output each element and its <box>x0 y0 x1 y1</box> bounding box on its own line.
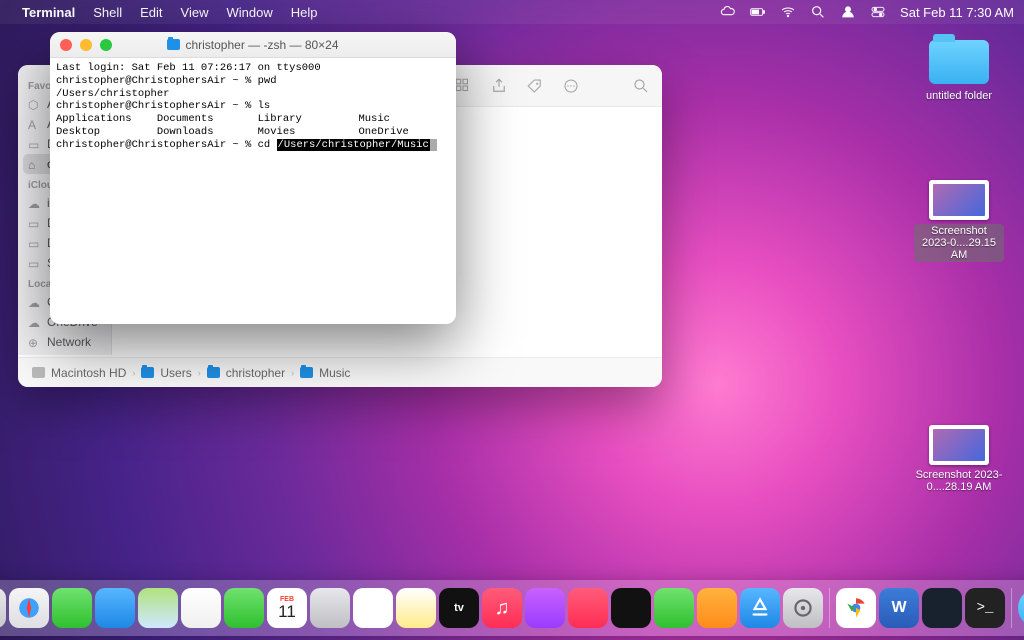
dock-app-preferences[interactable] <box>783 588 823 628</box>
screenshot-thumb-icon <box>929 180 989 220</box>
dock-app-notes[interactable] <box>396 588 436 628</box>
zoom-icon[interactable] <box>100 39 112 51</box>
menu-help[interactable]: Help <box>291 5 318 20</box>
dock-app-word[interactable]: W <box>879 588 919 628</box>
dock-app-tv[interactable]: tv <box>439 588 479 628</box>
sidebar-hdr-tags: Tags <box>18 352 111 355</box>
action-icon[interactable] <box>560 75 582 97</box>
dock-app-chrome[interactable] <box>836 588 876 628</box>
dock-app-photos[interactable] <box>181 588 221 628</box>
disk-icon <box>32 367 45 378</box>
menu-window[interactable]: Window <box>227 5 273 20</box>
terminal-body[interactable]: Last login: Sat Feb 11 07:26:17 on ttys0… <box>50 58 456 324</box>
dock-app-messages[interactable] <box>52 588 92 628</box>
terminal-window[interactable]: christopher — -zsh — 80×24 Last login: S… <box>50 32 456 324</box>
menubar: Terminal Shell Edit View Window Help Sat… <box>0 0 1024 24</box>
dock-app-numbers[interactable] <box>654 588 694 628</box>
wifi-icon[interactable] <box>780 4 796 20</box>
dock: FEB11 tv♫ W >_ <box>0 580 1024 636</box>
dock-app-calendar[interactable]: FEB11 <box>267 588 307 628</box>
menu-view[interactable]: View <box>181 5 209 20</box>
dock-app-safari[interactable] <box>9 588 49 628</box>
battery-icon[interactable] <box>750 4 766 20</box>
dock-app-podcasts[interactable] <box>525 588 565 628</box>
dock-app-contacts[interactable] <box>310 588 350 628</box>
path-seg[interactable]: Music <box>319 366 350 380</box>
dock-app-maps[interactable] <box>138 588 178 628</box>
minimize-icon[interactable] <box>80 39 92 51</box>
folder-icon <box>141 367 154 378</box>
sidebar-item[interactable]: ⊕Network <box>18 332 111 352</box>
terminal-cursor <box>430 139 437 151</box>
dock-app-news[interactable] <box>568 588 608 628</box>
user-icon[interactable] <box>840 4 856 20</box>
folder-icon <box>207 367 220 378</box>
desktop-screenshot-2[interactable]: Screenshot 2023-0....28.19 AM <box>914 425 1004 493</box>
desktop-screenshot-1[interactable]: Screenshot 2023-0....29.15 AM <box>914 180 1004 262</box>
menu-edit[interactable]: Edit <box>140 5 162 20</box>
path-seg[interactable]: Users <box>160 366 191 380</box>
dock-divider <box>829 588 830 628</box>
dock-app-appstore[interactable] <box>740 588 780 628</box>
menu-shell[interactable]: Shell <box>93 5 122 20</box>
folder-icon <box>167 39 180 50</box>
dock-app-reminders[interactable] <box>353 588 393 628</box>
folder-icon <box>300 367 313 378</box>
desktop-screenshot-2-label: Screenshot 2023-0....28.19 AM <box>914 469 1004 493</box>
dock-app-downloads[interactable] <box>1018 588 1024 628</box>
terminal-highlighted-arg: /Users/christopher/Music <box>277 139 430 151</box>
folder-icon <box>929 40 989 84</box>
terminal-titlebar[interactable]: christopher — -zsh — 80×24 <box>50 32 456 58</box>
search-icon[interactable] <box>630 75 652 97</box>
icloud-icon[interactable] <box>720 4 736 20</box>
terminal-title: christopher — -zsh — 80×24 <box>185 38 338 52</box>
share-icon[interactable] <box>488 75 510 97</box>
desktop-folder-label: untitled folder <box>914 90 1004 102</box>
screenshot-thumb-icon <box>929 425 989 465</box>
control-center-icon[interactable] <box>870 4 886 20</box>
path-seg[interactable]: Macintosh HD <box>51 366 126 380</box>
dock-divider <box>1011 588 1012 628</box>
desktop-folder[interactable]: untitled folder <box>914 40 1004 102</box>
app-menu[interactable]: Terminal <box>22 5 75 20</box>
dock-app-keynote[interactable] <box>697 588 737 628</box>
dock-app-steam[interactable] <box>922 588 962 628</box>
tag-icon[interactable] <box>524 75 546 97</box>
desktop-screenshot-1-label: Screenshot 2023-0....29.15 AM <box>914 224 1004 262</box>
menubar-clock[interactable]: Sat Feb 11 7:30 AM <box>900 5 1014 20</box>
spotlight-icon[interactable] <box>810 4 826 20</box>
path-seg[interactable]: christopher <box>226 366 285 380</box>
dock-app-terminal[interactable]: >_ <box>965 588 1005 628</box>
finder-path-bar[interactable]: Macintosh HD› Users› christopher› Music <box>18 357 662 387</box>
dock-app-stocks[interactable] <box>611 588 651 628</box>
dock-app-facetime[interactable] <box>224 588 264 628</box>
dock-app-mail[interactable] <box>95 588 135 628</box>
close-icon[interactable] <box>60 39 72 51</box>
dock-app-music[interactable]: ♫ <box>482 588 522 628</box>
dock-app-launchpad[interactable] <box>0 588 6 628</box>
